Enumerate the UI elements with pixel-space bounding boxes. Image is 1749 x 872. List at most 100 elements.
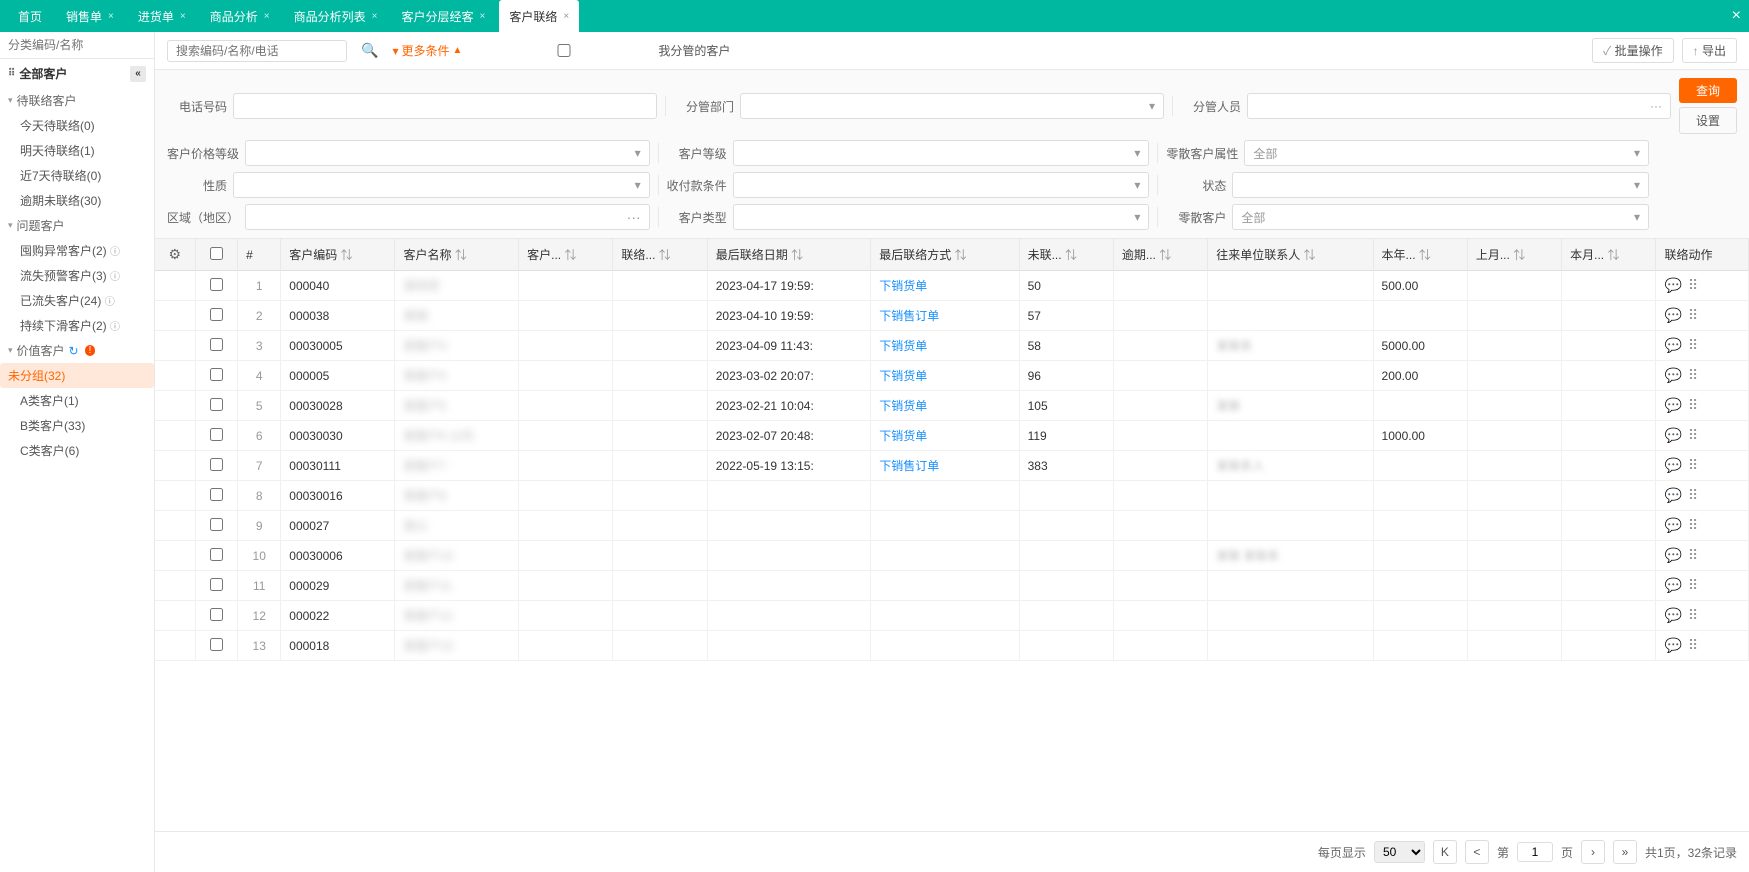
- chat-icon-2[interactable]: 💬: [1664, 337, 1681, 354]
- batch-ops-button[interactable]: ✓ 批量操作: [1592, 38, 1674, 63]
- chat-icon-3[interactable]: 💬: [1664, 367, 1681, 384]
- search-input[interactable]: [167, 40, 347, 62]
- payment-select[interactable]: ▾: [733, 172, 1150, 198]
- nav-customer-contact[interactable]: 客户联络 ×: [499, 0, 579, 32]
- row-last-way-9[interactable]: [871, 541, 1019, 571]
- row-last-way-6[interactable]: 下销售订单: [871, 451, 1019, 481]
- row-last-way-10[interactable]: [871, 571, 1019, 601]
- row-last-way-0[interactable]: 下销货单: [871, 271, 1019, 301]
- row-last-way-2[interactable]: 下销货单: [871, 331, 1019, 361]
- export-button[interactable]: ↑ 导出: [1682, 38, 1737, 63]
- col-contact[interactable]: 联络... ⇅: [613, 239, 707, 271]
- sidebar-item-c-class[interactable]: C类客户(6): [0, 438, 154, 463]
- chat-icon-12[interactable]: 💬: [1664, 637, 1681, 654]
- row-name-11[interactable]: 某客户12: [395, 601, 519, 631]
- row-last-way-4[interactable]: 下销货单: [871, 391, 1019, 421]
- problem-customers-group[interactable]: ▾ 问题客户: [0, 213, 154, 238]
- nav-purchase[interactable]: 进货单 ×: [128, 0, 196, 32]
- select-all-checkbox[interactable]: [210, 247, 223, 260]
- row-check-3[interactable]: [210, 368, 223, 381]
- col-type[interactable]: 客户... ⇅: [519, 239, 613, 271]
- last-way-link-2[interactable]: 下销货单: [879, 339, 927, 353]
- region-select[interactable]: ···: [245, 204, 650, 230]
- row-check-10[interactable]: [210, 578, 223, 591]
- close-product-analysis-tab[interactable]: ×: [264, 11, 270, 22]
- dept-select[interactable]: ▾: [740, 93, 1164, 119]
- phone-input[interactable]: [233, 93, 657, 119]
- col-name[interactable]: 客户名称 ⇅: [395, 239, 519, 271]
- row-check-5[interactable]: [210, 428, 223, 441]
- row-check-6[interactable]: [210, 458, 223, 471]
- more-icon-10[interactable]: ⠿: [1688, 577, 1698, 594]
- status-select[interactable]: ▾: [1232, 172, 1649, 198]
- reset-button[interactable]: 设置: [1679, 107, 1737, 134]
- row-name-10[interactable]: 某客户11: [395, 571, 519, 601]
- more-icon-5[interactable]: ⠿: [1688, 427, 1698, 444]
- row-last-way-3[interactable]: 下销货单: [871, 361, 1019, 391]
- manager-select[interactable]: ···: [1247, 93, 1671, 119]
- more-conditions-btn[interactable]: ▾ 更多条件 ▲: [392, 42, 462, 59]
- customer-type-select[interactable]: ▾: [733, 204, 1150, 230]
- sidebar-item-churned[interactable]: 已流失客户(24) ⓘ: [0, 288, 154, 313]
- col-last-way[interactable]: 最后联络方式 ⇅: [871, 239, 1019, 271]
- last-page-btn[interactable]: »: [1613, 840, 1637, 864]
- row-name-12[interactable]: 某客户13: [395, 631, 519, 661]
- close-all-tabs[interactable]: ×: [1732, 7, 1741, 25]
- col-code[interactable]: 客户编码 ⇅: [281, 239, 395, 271]
- more-icon-1[interactable]: ⠿: [1688, 307, 1698, 324]
- chat-icon-11[interactable]: 💬: [1664, 607, 1681, 624]
- more-icon-9[interactable]: ⠿: [1688, 547, 1698, 564]
- chat-icon-0[interactable]: 💬: [1664, 277, 1681, 294]
- price-level-select[interactable]: ▾: [245, 140, 650, 166]
- row-name-2[interactable]: 某客户3: [395, 331, 519, 361]
- row-check-1[interactable]: [210, 308, 223, 321]
- sidebar-search-input[interactable]: [8, 38, 155, 52]
- chat-icon-4[interactable]: 💬: [1664, 397, 1681, 414]
- row-check-4[interactable]: [210, 398, 223, 411]
- current-page-input[interactable]: [1517, 842, 1553, 862]
- row-check-0[interactable]: [210, 278, 223, 291]
- last-way-link-5[interactable]: 下销货单: [879, 429, 927, 443]
- close-customer-segment-tab[interactable]: ×: [479, 11, 485, 22]
- col-last-month[interactable]: 上月... ⇅: [1467, 239, 1561, 271]
- col-settings[interactable]: ⚙: [155, 239, 195, 271]
- row-name-6[interactable]: 某客户7: [395, 451, 519, 481]
- nav-home[interactable]: 首页: [8, 0, 52, 32]
- nav-product-analysis[interactable]: 商品分析 ×: [200, 0, 280, 32]
- next-page-btn[interactable]: ›: [1581, 840, 1605, 864]
- row-last-way-8[interactable]: [871, 511, 1019, 541]
- col-unit-contact[interactable]: 往来单位联系人 ⇅: [1208, 239, 1373, 271]
- close-product-list-tab[interactable]: ×: [372, 11, 378, 22]
- search-button[interactable]: 🔍: [359, 40, 380, 61]
- scatter-attr-select[interactable]: 全部 ▾: [1244, 140, 1649, 166]
- row-name-0[interactable]: 某供货: [395, 271, 519, 301]
- row-name-1[interactable]: 某销: [395, 301, 519, 331]
- nav-customer-segment[interactable]: 客户分层经客 ×: [391, 0, 495, 32]
- col-not-contacted[interactable]: 未联... ⇅: [1019, 239, 1113, 271]
- my-customers-checkbox-label[interactable]: 我分管的客户: [474, 42, 730, 59]
- last-way-link-4[interactable]: 下销货单: [879, 399, 927, 413]
- row-check-11[interactable]: [210, 608, 223, 621]
- collapse-sidebar-btn[interactable]: «: [130, 66, 146, 82]
- row-name-5[interactable]: 某客户6 公司: [395, 421, 519, 451]
- row-name-3[interactable]: 某客户4: [395, 361, 519, 391]
- more-icon-0[interactable]: ⠿: [1688, 277, 1698, 294]
- nature-select[interactable]: ▾: [233, 172, 650, 198]
- row-check-7[interactable]: [210, 488, 223, 501]
- row-name-9[interactable]: 某客户10: [395, 541, 519, 571]
- col-overdue[interactable]: 逾期... ⇅: [1113, 239, 1207, 271]
- more-icon-3[interactable]: ⠿: [1688, 367, 1698, 384]
- sidebar-item-churn-warning[interactable]: 流失预警客户(3) ⓘ: [0, 263, 154, 288]
- chat-icon-5[interactable]: 💬: [1664, 427, 1681, 444]
- row-check-9[interactable]: [210, 548, 223, 561]
- value-customers-group[interactable]: ▾ 价值客户 ↻ !: [0, 338, 154, 363]
- more-icon-12[interactable]: ⠿: [1688, 637, 1698, 654]
- refresh-icon[interactable]: ↻: [69, 344, 79, 358]
- customer-level-select[interactable]: ▾: [733, 140, 1150, 166]
- more-icon-4[interactable]: ⠿: [1688, 397, 1698, 414]
- row-last-way-7[interactable]: [871, 481, 1019, 511]
- sidebar-item-a-class[interactable]: A类客户(1): [0, 388, 154, 413]
- scatter-customer-select[interactable]: 全部 ▾: [1232, 204, 1649, 230]
- nav-sales[interactable]: 销售单 ×: [56, 0, 124, 32]
- row-last-way-11[interactable]: [871, 601, 1019, 631]
